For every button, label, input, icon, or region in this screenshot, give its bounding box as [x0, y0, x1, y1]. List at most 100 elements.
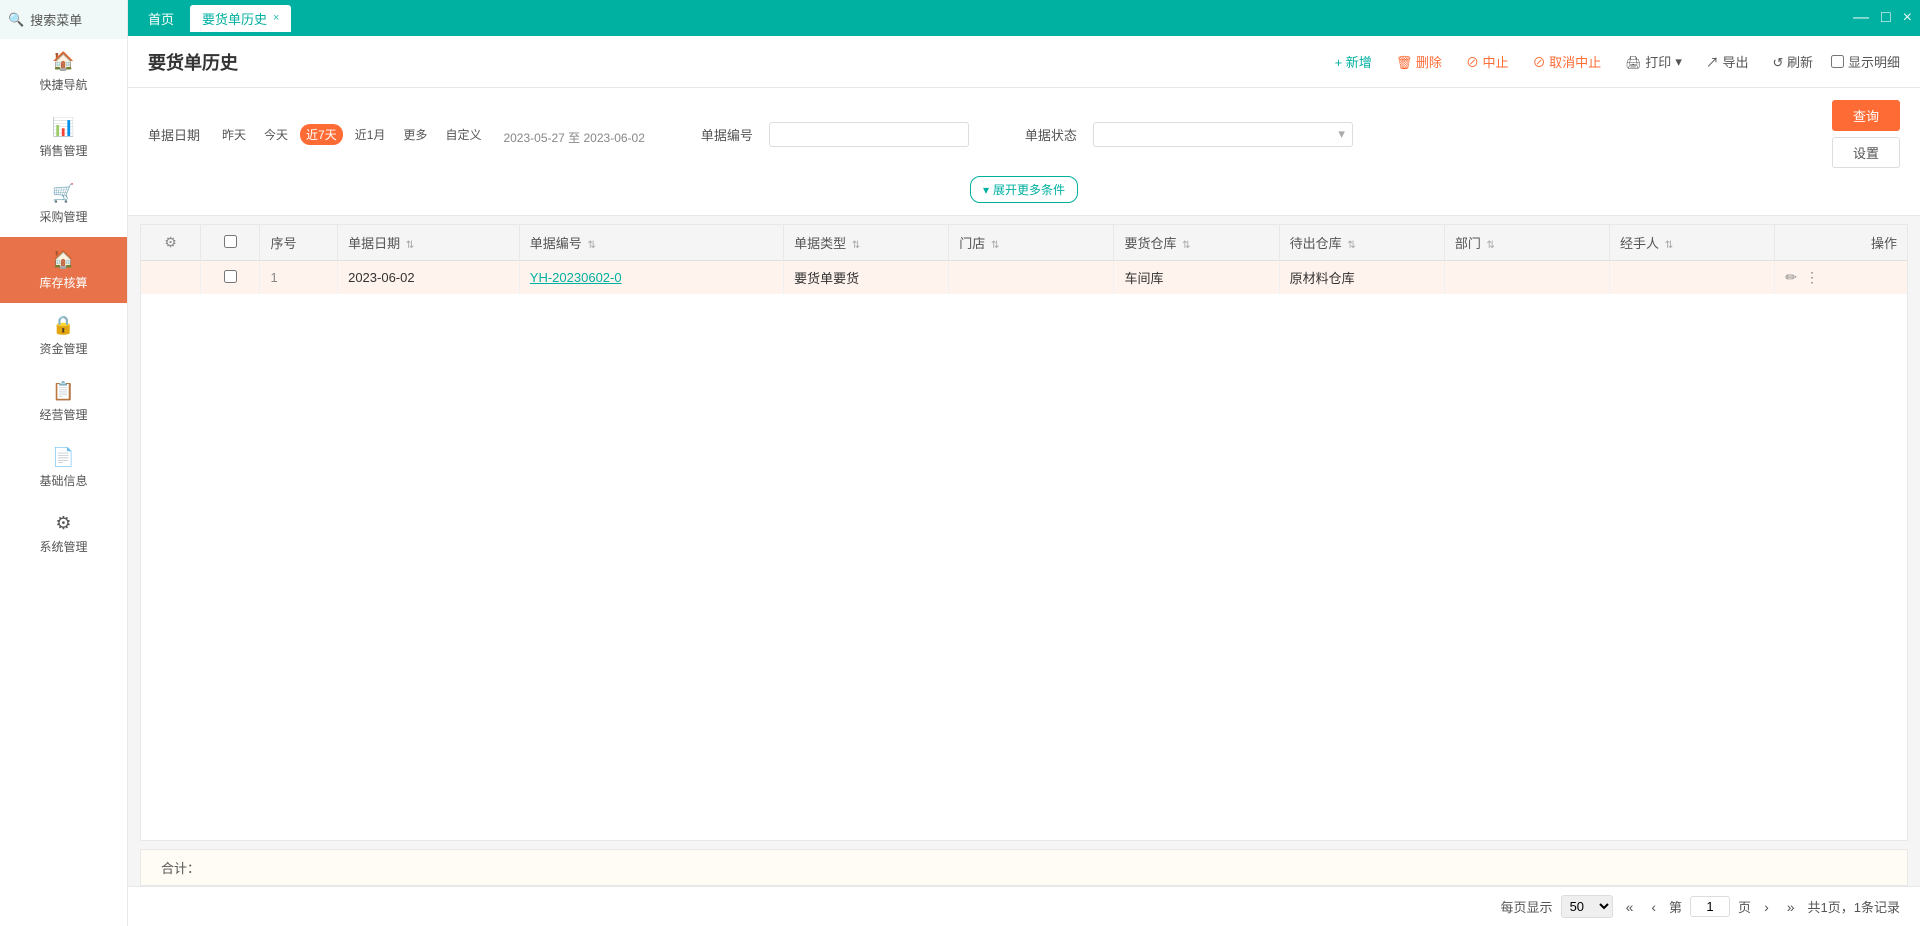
main-area: 首页 要货单历史 × — □ × 要货单历史 + 新增 🗑 删除 ⊘ 中: [128, 0, 1920, 926]
sidebar-item-quick-nav[interactable]: 🏠 快捷导航: [0, 39, 127, 105]
delete-btn[interactable]: 🗑 删除: [1390, 48, 1448, 75]
sidebar-item-label: 基础信息: [39, 472, 87, 489]
table-settings-icon[interactable]: ⚙: [164, 234, 177, 250]
col-handler-label: 经手人: [1620, 236, 1659, 251]
col-type-header[interactable]: 单据类型 ⇅: [784, 225, 949, 261]
bill-no-label: 单据编号: [701, 125, 753, 144]
col-billno-header[interactable]: 单据编号 ⇅: [519, 225, 783, 261]
sidebar: 🔍 搜索菜单 🏠 快捷导航 📊 销售管理 🛒 采购管理 🏠 库存核算 🔒 资金管…: [0, 0, 128, 926]
date-range-display: 2023-05-27 至 2023-06-02: [503, 129, 644, 146]
chart-icon: 📊: [52, 117, 74, 138]
new-btn-label: + 新增: [1335, 52, 1372, 71]
shortcut-7days[interactable]: 近7天: [300, 124, 343, 145]
tab-home-label: 首页: [148, 9, 174, 28]
shortcut-custom[interactable]: 自定义: [439, 124, 487, 145]
sidebar-item-purchase[interactable]: 🛒 采购管理: [0, 171, 127, 237]
first-page-btn[interactable]: «: [1621, 897, 1639, 917]
sidebar-item-label: 资金管理: [39, 340, 87, 357]
towh-sort-icon[interactable]: ⇅: [1347, 240, 1355, 251]
per-page-select[interactable]: 50 100 200: [1561, 895, 1613, 918]
date-shortcuts: 昨天 今天 近7天 近1月 更多 自定义: [216, 124, 487, 145]
col-op-header: 操作: [1775, 225, 1907, 261]
table-body: 1 2023-06-02 YH-20230602-0 要货单要货 车间库 原材料…: [141, 261, 1907, 295]
tab-close-icon[interactable]: ×: [273, 12, 279, 24]
sidebar-item-finance[interactable]: 🔒 资金管理: [0, 303, 127, 369]
refresh-btn[interactable]: ↺ 刷新: [1766, 48, 1819, 75]
reqwh-sort-icon[interactable]: ⇅: [1182, 240, 1190, 251]
shortcut-today[interactable]: 今天: [258, 124, 294, 145]
col-op-label: 操作: [1871, 236, 1897, 251]
clipboard-icon: 📋: [52, 381, 74, 402]
setting-button[interactable]: 设置: [1832, 137, 1900, 168]
last-page-btn[interactable]: »: [1782, 897, 1800, 917]
export-btn[interactable]: ↗ 导出: [1700, 48, 1755, 75]
maximize-btn[interactable]: □: [1881, 9, 1891, 27]
handler-sort-icon[interactable]: ⇅: [1665, 240, 1673, 251]
shortcut-1month[interactable]: 近1月: [349, 124, 392, 145]
page-suffix: 页: [1738, 897, 1751, 916]
sidebar-item-system[interactable]: ⚙ 系统管理: [0, 501, 127, 567]
col-store-header[interactable]: 门店 ⇅: [949, 225, 1114, 261]
minimize-btn[interactable]: —: [1853, 9, 1869, 27]
filter-row-1: 单据日期 昨天 今天 近7天 近1月 更多 自定义 2023-05-27 至 2…: [148, 100, 1900, 168]
show-detail-toggle[interactable]: 显示明细: [1831, 52, 1900, 71]
sidebar-item-label: 采购管理: [39, 208, 87, 225]
prev-page-btn[interactable]: ‹: [1646, 897, 1661, 917]
row-settings: [141, 261, 200, 295]
filter-area: 单据日期 昨天 今天 近7天 近1月 更多 自定义 2023-05-27 至 2…: [128, 88, 1920, 216]
expand-more-btn[interactable]: ▾ 展开更多条件: [970, 176, 1078, 203]
billno-sort-icon[interactable]: ⇅: [587, 240, 595, 251]
data-table: ⚙ 序号 单据日期 ⇅ 单据编号: [141, 225, 1907, 294]
tab-bill-history[interactable]: 要货单历史 ×: [190, 5, 291, 32]
date-sort-icon[interactable]: ⇅: [406, 240, 414, 251]
col-reqwh-label: 要货仓库: [1124, 236, 1176, 251]
next-page-btn[interactable]: ›: [1759, 897, 1774, 917]
cancel-stop-btn[interactable]: ⊘ 取消中止: [1527, 48, 1608, 75]
total-label: 合计：: [161, 858, 200, 877]
row-select-checkbox[interactable]: [224, 270, 237, 283]
dept-sort-icon[interactable]: ⇅: [1487, 240, 1495, 251]
row-billno[interactable]: YH-20230602-0: [519, 261, 783, 295]
new-btn[interactable]: + 新增: [1329, 48, 1378, 75]
show-detail-checkbox[interactable]: [1831, 55, 1844, 68]
sidebar-item-label: 库存核算: [39, 274, 87, 291]
select-all-checkbox[interactable]: [224, 235, 237, 248]
window-controls: — □ ×: [1853, 9, 1912, 27]
more-icon[interactable]: ⋮: [1805, 269, 1819, 286]
col-checkbox-header: [200, 225, 259, 261]
print-dropdown-icon[interactable]: ▾: [1675, 54, 1682, 70]
sidebar-item-inventory[interactable]: 🏠 库存核算: [0, 237, 127, 303]
pagination: 每页显示 50 100 200 « ‹ 第 页 › » 共1页，1条记录: [128, 886, 1920, 926]
warehouse-icon: 🏠: [52, 249, 74, 270]
col-dept-header[interactable]: 部门 ⇅: [1444, 225, 1609, 261]
sidebar-item-basic[interactable]: 📄 基础信息: [0, 435, 127, 501]
bill-no-input[interactable]: [769, 122, 969, 147]
shortcut-yesterday[interactable]: 昨天: [216, 124, 252, 145]
type-sort-icon[interactable]: ⇅: [852, 240, 860, 251]
edit-icon[interactable]: ✏: [1785, 269, 1797, 286]
sidebar-item-operations[interactable]: 📋 经营管理: [0, 369, 127, 435]
col-handler-header[interactable]: 经手人 ⇅: [1610, 225, 1775, 261]
row-towh: 原材料仓库: [1279, 261, 1444, 295]
stop-btn[interactable]: ⊘ 中止: [1460, 48, 1515, 75]
page-input[interactable]: [1690, 896, 1730, 917]
sidebar-search[interactable]: 🔍 搜索菜单: [0, 0, 127, 39]
status-input[interactable]: [1093, 122, 1353, 147]
sidebar-item-label: 快捷导航: [39, 76, 87, 93]
store-sort-icon[interactable]: ⇅: [991, 240, 999, 251]
col-towh-header[interactable]: 待出仓库 ⇅: [1279, 225, 1444, 261]
query-button[interactable]: 查询: [1832, 100, 1900, 131]
per-page-label: 每页显示: [1501, 897, 1553, 916]
shortcut-more[interactable]: 更多: [397, 124, 433, 145]
col-date-header[interactable]: 单据日期 ⇅: [338, 225, 520, 261]
row-billno-link[interactable]: YH-20230602-0: [530, 270, 622, 285]
status-dropdown-icon[interactable]: ▾: [1338, 126, 1345, 142]
close-btn[interactable]: ×: [1903, 9, 1912, 27]
tab-home[interactable]: 首页: [136, 5, 186, 32]
print-btn[interactable]: 🖨 打印 ▾: [1619, 48, 1688, 75]
col-dept-label: 部门: [1455, 236, 1481, 251]
row-dept: [1444, 261, 1609, 295]
col-reqwh-header[interactable]: 要货仓库 ⇅: [1114, 225, 1279, 261]
expand-icon: ▾: [983, 183, 989, 197]
sidebar-item-sales[interactable]: 📊 销售管理: [0, 105, 127, 171]
